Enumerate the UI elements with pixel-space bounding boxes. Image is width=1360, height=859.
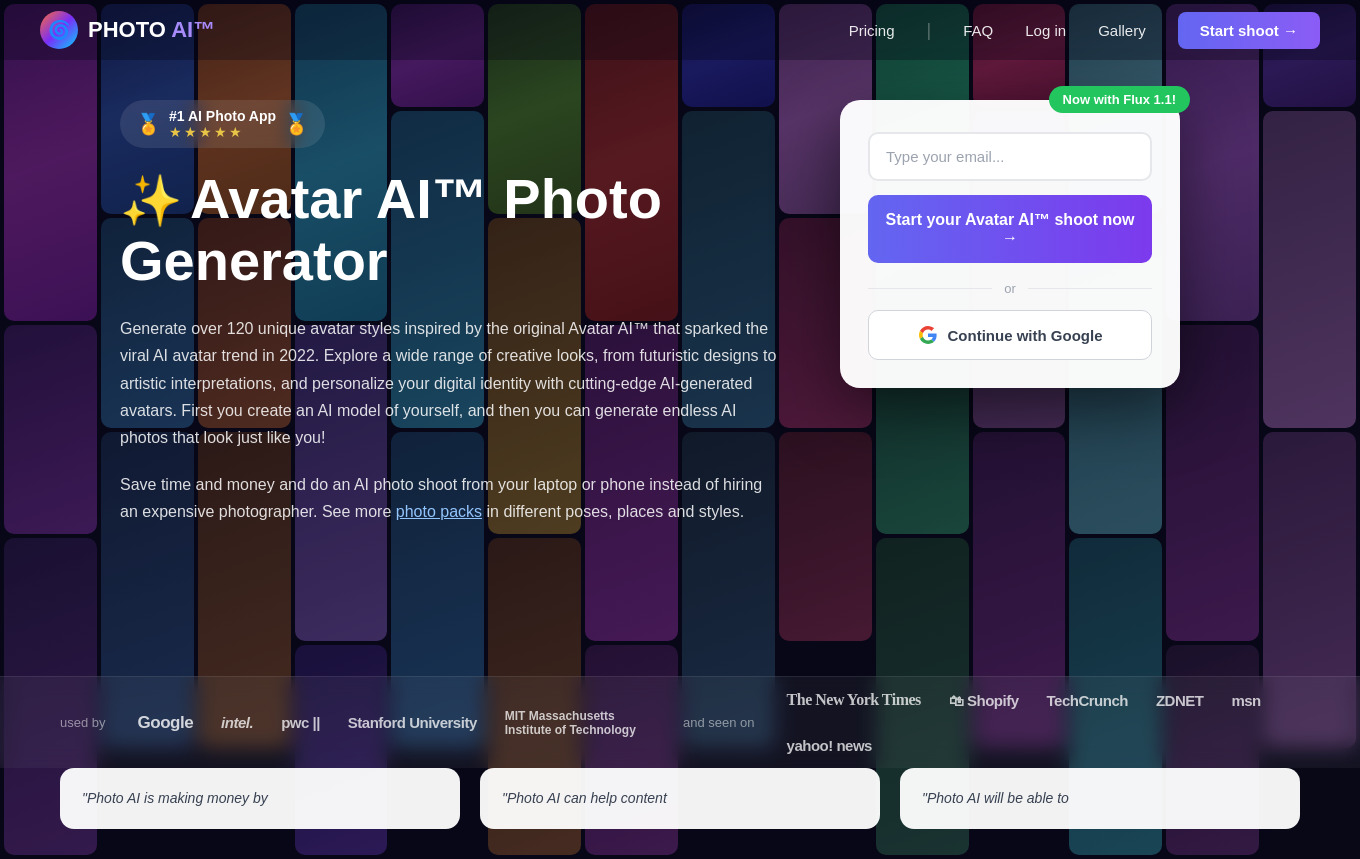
- award-badge: 🏅 #1 AI Photo App ★★★★★ 🏅: [120, 100, 325, 148]
- brand-intel: intel.: [221, 714, 253, 731]
- brand-techcrunch: TechCrunch: [1047, 692, 1128, 709]
- brand-google: Google: [138, 713, 194, 733]
- or-line-left: [868, 288, 992, 289]
- email-input[interactable]: [868, 132, 1152, 181]
- hero-section: 🏅 #1 AI Photo App ★★★★★ 🏅 ✨Avatar AI™ Ph…: [0, 60, 1360, 676]
- testimonial-3-text: "Photo AI will be able to: [922, 790, 1069, 806]
- google-button-text: Continue with Google: [948, 327, 1103, 344]
- testimonial-1: "Photo AI is making money by: [60, 768, 460, 829]
- testimonial-1-text: "Photo AI is making money by: [82, 790, 268, 806]
- hero-title: ✨Avatar AI™ Photo Generator: [120, 168, 780, 291]
- laurel-right: 🏅: [284, 112, 309, 136]
- brand-pwc: pwc ||: [281, 714, 320, 731]
- or-divider: or: [868, 281, 1152, 296]
- google-logo-icon: [918, 325, 938, 345]
- nav-faq[interactable]: FAQ: [963, 22, 993, 39]
- brand-logos: Google intel. pwc || Stanford University…: [138, 709, 651, 737]
- start-avatar-button[interactable]: Start your Avatar AI™ shoot now →: [868, 195, 1152, 263]
- hero-title-text: Avatar AI™ Photo Generator: [120, 167, 662, 292]
- logo-icon: 🌀: [40, 11, 78, 49]
- testimonials-section: "Photo AI is making money by "Photo AI c…: [0, 768, 1360, 859]
- google-svg: [919, 326, 937, 344]
- logo[interactable]: 🌀 PHOTO AI™: [40, 11, 215, 49]
- brand-zdnet: ZDNET: [1156, 692, 1204, 709]
- brand-shopify: 🛍 Shopify: [949, 692, 1019, 709]
- testimonial-2: "Photo AI can help content: [480, 768, 880, 829]
- brand-nyt: The New York Times: [787, 691, 921, 709]
- brand-bar: used by Google intel. pwc || Stanford Un…: [0, 676, 1360, 768]
- start-shoot-button[interactable]: Start shoot →: [1178, 12, 1320, 49]
- testimonial-3: "Photo AI will be able to: [900, 768, 1300, 829]
- nav-gallery[interactable]: Gallery: [1098, 22, 1146, 39]
- sparkle-icon: ✨: [120, 173, 182, 229]
- hero-description: Generate over 120 unique avatar styles i…: [120, 315, 780, 451]
- award-text: #1 AI Photo App: [169, 108, 276, 124]
- or-text: or: [1004, 281, 1016, 296]
- brand-mit: MIT MassachusettsInstitute of Technology: [505, 709, 636, 737]
- nav-pricing[interactable]: Pricing: [849, 22, 895, 39]
- hero-description2: Save time and money and do an AI photo s…: [120, 471, 780, 525]
- form-card: Start your Avatar AI™ shoot now → or: [840, 100, 1180, 388]
- hero-left: 🏅 #1 AI Photo App ★★★★★ 🏅 ✨Avatar AI™ Ph…: [120, 100, 780, 526]
- flux-badge: Now with Flux 1.1!: [1049, 86, 1190, 113]
- testimonial-2-text: "Photo AI can help content: [502, 790, 667, 806]
- seen-on-label: and seen on: [683, 715, 755, 730]
- stars: ★★★★★: [169, 124, 276, 140]
- navbar: 🌀 PHOTO AI™ Pricing | FAQ Log in Gallery…: [0, 0, 1360, 60]
- photo-packs-link[interactable]: photo packs: [396, 503, 482, 520]
- brand-stanford: Stanford University: [348, 714, 477, 731]
- logo-ai: AI™: [171, 17, 215, 42]
- laurel-left: 🏅: [136, 112, 161, 136]
- brand-logos-media: The New York Times 🛍 Shopify TechCrunch …: [787, 691, 1300, 754]
- used-by-label: used by: [60, 715, 106, 730]
- brand-yahoo: yahoo! news: [787, 737, 872, 754]
- form-card-wrap: Now with Flux 1.1! Start your Avatar AI™…: [840, 100, 1180, 388]
- logo-text: PHOTO AI™: [88, 17, 215, 43]
- nav-login[interactable]: Log in: [1025, 22, 1066, 39]
- nav-links: Pricing | FAQ Log in Gallery Start shoot…: [849, 12, 1320, 49]
- page-wrap: 🌀 PHOTO AI™ Pricing | FAQ Log in Gallery…: [0, 0, 1360, 859]
- or-line-right: [1028, 288, 1152, 289]
- logo-photo: PHOTO: [88, 17, 166, 42]
- google-signin-button[interactable]: Continue with Google: [868, 310, 1152, 360]
- brand-msn: msn: [1231, 692, 1260, 709]
